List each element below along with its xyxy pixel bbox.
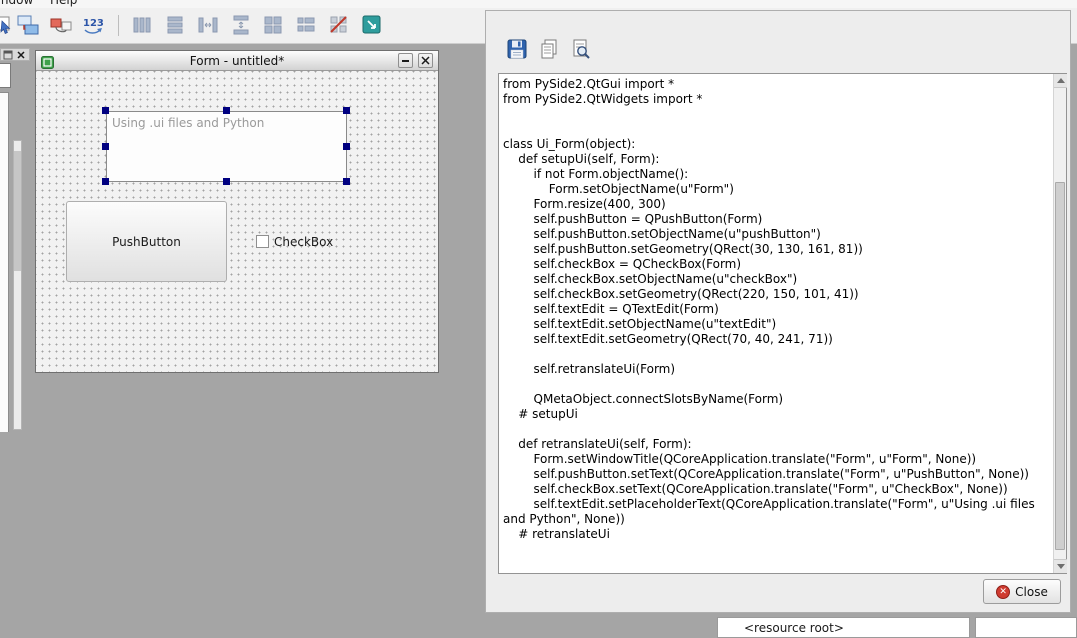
- selection-handle[interactable]: [343, 178, 350, 185]
- resource-root-item[interactable]: <resource root>: [717, 617, 970, 638]
- widgetbox-filter-input-fragment[interactable]: [0, 63, 11, 88]
- widgetbox-scrollbar-fragment[interactable]: [13, 140, 22, 430]
- edit-signals-slots-icon[interactable]: [16, 13, 40, 37]
- selection-handle[interactable]: [223, 107, 230, 114]
- form-editor-window: Form - untitled* Using .ui files and Pyt…: [35, 50, 439, 373]
- svg-text:123: 123: [83, 18, 104, 29]
- layout-vertical-icon[interactable]: [163, 13, 187, 37]
- scroll-up-button[interactable]: [1054, 74, 1067, 88]
- form-window-title: Form - untitled*: [36, 54, 438, 68]
- layout-grid-icon[interactable]: [261, 13, 285, 37]
- scrollbar-thumb[interactable]: [1055, 182, 1065, 550]
- find-icon[interactable]: [570, 38, 592, 60]
- textedit-placeholder: Using .ui files and Python: [107, 112, 346, 134]
- code-view: from PySide2.QtGui import * from PySide2…: [498, 73, 1067, 574]
- widgetbox-panel-fragment: [0, 92, 9, 432]
- menu-window[interactable]: Window: [0, 0, 33, 7]
- pushbutton-widget[interactable]: PushButton: [66, 201, 227, 282]
- form-canvas[interactable]: Using .ui files and Python PushButton Ch…: [36, 71, 438, 372]
- edit-buddies-icon[interactable]: [49, 13, 73, 37]
- close-button-label: Close: [1015, 585, 1048, 599]
- selection-handle[interactable]: [223, 178, 230, 185]
- dock-float-icon[interactable]: [3, 45, 13, 64]
- layout-vertical-splitter-icon[interactable]: [229, 13, 253, 37]
- toolbar-separator: [118, 15, 119, 36]
- dialog-close-button[interactable]: Close: [983, 579, 1061, 604]
- copy-icon[interactable]: [538, 38, 560, 60]
- scroll-down-button[interactable]: [1054, 559, 1067, 573]
- qt-designer-app: Window Help 123: [0, 0, 1077, 638]
- checkbox-label: CheckBox: [274, 235, 333, 249]
- minimize-icon: [402, 60, 409, 62]
- dock-close-icon[interactable]: [16, 45, 26, 64]
- generated-code-text[interactable]: from PySide2.QtGui import * from PySide2…: [499, 74, 1053, 573]
- form-close-button[interactable]: [418, 53, 433, 68]
- resource-panel-fragment: [975, 617, 1077, 638]
- form-minimize-button[interactable]: [398, 53, 413, 68]
- break-layout-icon[interactable]: [327, 13, 351, 37]
- selection-handle[interactable]: [102, 143, 109, 150]
- layout-horizontal-icon[interactable]: [130, 13, 154, 37]
- arrow-down-icon: [1057, 564, 1065, 569]
- arrow-up-icon: [1057, 78, 1065, 83]
- menu-help[interactable]: Help: [50, 0, 77, 7]
- menubar: Window Help: [0, 0, 1077, 8]
- selection-handle[interactable]: [102, 178, 109, 185]
- adjust-size-icon[interactable]: [360, 13, 384, 37]
- textedit-widget[interactable]: Using .ui files and Python: [106, 111, 347, 182]
- selection-handle[interactable]: [343, 143, 350, 150]
- selection-handle[interactable]: [102, 107, 109, 114]
- edit-tab-order-icon[interactable]: 123: [81, 13, 105, 37]
- dock-titlebar-fragment: [0, 48, 30, 61]
- resource-root-label: <resource root>: [744, 621, 844, 635]
- close-icon: [421, 56, 430, 65]
- form-window-titlebar[interactable]: Form - untitled*: [36, 51, 438, 71]
- code-preview-dialog: from PySide2.QtGui import * from PySide2…: [485, 10, 1071, 613]
- selection-handle[interactable]: [343, 107, 350, 114]
- layout-form-icon[interactable]: [294, 13, 318, 37]
- layout-horizontal-splitter-icon[interactable]: [196, 13, 220, 37]
- checkbox-widget[interactable]: CheckBox: [256, 221, 357, 262]
- close-circle-icon: [996, 585, 1010, 599]
- scrollbar-thumb[interactable]: [14, 151, 21, 271]
- checkbox-indicator: [256, 235, 269, 248]
- edit-widgets-icon[interactable]: [0, 13, 15, 37]
- save-icon[interactable]: [506, 38, 528, 60]
- code-vertical-scrollbar: [1053, 74, 1066, 573]
